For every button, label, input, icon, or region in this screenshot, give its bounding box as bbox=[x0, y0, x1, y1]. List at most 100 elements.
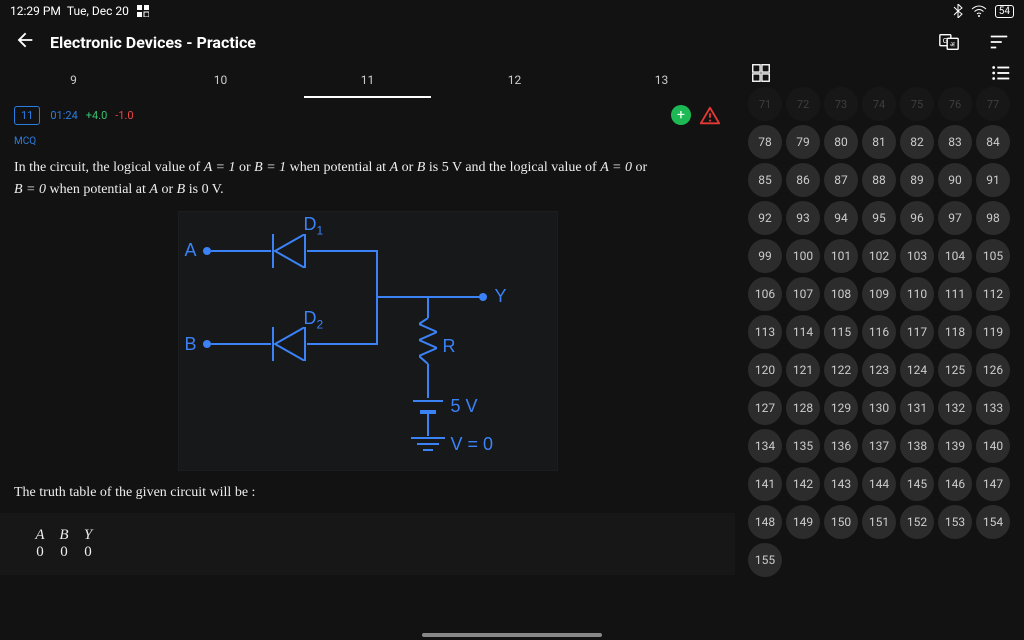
nav-q103[interactable]: 103 bbox=[900, 239, 934, 273]
nav-q77[interactable]: 77 bbox=[976, 87, 1010, 121]
nav-q105[interactable]: 105 bbox=[976, 239, 1010, 273]
nav-q78[interactable]: 78 bbox=[748, 125, 782, 159]
nav-q124[interactable]: 124 bbox=[900, 353, 934, 387]
nav-q130[interactable]: 130 bbox=[862, 391, 896, 425]
nav-q146[interactable]: 146 bbox=[938, 467, 972, 501]
nav-q149[interactable]: 149 bbox=[786, 505, 820, 539]
nav-q91[interactable]: 91 bbox=[976, 163, 1010, 197]
nav-q107[interactable]: 107 bbox=[786, 277, 820, 311]
nav-q83[interactable]: 83 bbox=[938, 125, 972, 159]
nav-q109[interactable]: 109 bbox=[862, 277, 896, 311]
nav-q150[interactable]: 150 bbox=[824, 505, 858, 539]
nav-q84[interactable]: 84 bbox=[976, 125, 1010, 159]
nav-q122[interactable]: 122 bbox=[824, 353, 858, 387]
nav-q126[interactable]: 126 bbox=[976, 353, 1010, 387]
nav-q120[interactable]: 120 bbox=[748, 353, 782, 387]
nav-q74[interactable]: 74 bbox=[862, 87, 896, 121]
add-button[interactable]: + bbox=[671, 105, 691, 125]
nav-q72[interactable]: 72 bbox=[786, 87, 820, 121]
nav-q115[interactable]: 115 bbox=[824, 315, 858, 349]
nav-q96[interactable]: 96 bbox=[900, 201, 934, 235]
tab-q9[interactable]: 9 bbox=[0, 62, 147, 98]
nav-q104[interactable]: 104 bbox=[938, 239, 972, 273]
nav-q125[interactable]: 125 bbox=[938, 353, 972, 387]
nav-q143[interactable]: 143 bbox=[824, 467, 858, 501]
report-button[interactable] bbox=[699, 105, 721, 131]
nav-q121[interactable]: 121 bbox=[786, 353, 820, 387]
negative-marks: -1.0 bbox=[115, 109, 133, 122]
nav-q141[interactable]: 141 bbox=[748, 467, 782, 501]
nav-q95[interactable]: 95 bbox=[862, 201, 896, 235]
nav-q139[interactable]: 139 bbox=[938, 429, 972, 463]
sort-button[interactable] bbox=[988, 31, 1010, 53]
nav-q129[interactable]: 129 bbox=[824, 391, 858, 425]
nav-q102[interactable]: 102 bbox=[862, 239, 896, 273]
nav-q127[interactable]: 127 bbox=[748, 391, 782, 425]
nav-q89[interactable]: 89 bbox=[900, 163, 934, 197]
nav-q85[interactable]: 85 bbox=[748, 163, 782, 197]
translate-button[interactable]: Gअ bbox=[938, 31, 960, 53]
nav-q116[interactable]: 116 bbox=[862, 315, 896, 349]
nav-q90[interactable]: 90 bbox=[938, 163, 972, 197]
nav-q88[interactable]: 88 bbox=[862, 163, 896, 197]
nav-q151[interactable]: 151 bbox=[862, 505, 896, 539]
nav-q76[interactable]: 76 bbox=[938, 87, 972, 121]
nav-q133[interactable]: 133 bbox=[976, 391, 1010, 425]
nav-q94[interactable]: 94 bbox=[824, 201, 858, 235]
nav-q98[interactable]: 98 bbox=[976, 201, 1010, 235]
tab-q10[interactable]: 10 bbox=[147, 62, 294, 98]
nav-q106[interactable]: 106 bbox=[748, 277, 782, 311]
tab-q13[interactable]: 13 bbox=[588, 62, 735, 98]
nav-q123[interactable]: 123 bbox=[862, 353, 896, 387]
nav-q108[interactable]: 108 bbox=[824, 277, 858, 311]
nav-q87[interactable]: 87 bbox=[824, 163, 858, 197]
nav-q92[interactable]: 92 bbox=[748, 201, 782, 235]
nav-q148[interactable]: 148 bbox=[748, 505, 782, 539]
nav-q113[interactable]: 113 bbox=[748, 315, 782, 349]
nav-q111[interactable]: 111 bbox=[938, 277, 972, 311]
nav-q135[interactable]: 135 bbox=[786, 429, 820, 463]
nav-q144[interactable]: 144 bbox=[862, 467, 896, 501]
truth-table-row: 000 bbox=[28, 544, 707, 561]
status-bar: 12:29 PM Tue, Dec 20 54 bbox=[0, 0, 1024, 22]
nav-q110[interactable]: 110 bbox=[900, 277, 934, 311]
nav-q73[interactable]: 73 bbox=[824, 87, 858, 121]
nav-q132[interactable]: 132 bbox=[938, 391, 972, 425]
answer-option[interactable]: ABY 000 bbox=[0, 513, 735, 575]
nav-q140[interactable]: 140 bbox=[976, 429, 1010, 463]
home-indicator[interactable] bbox=[422, 633, 602, 637]
nav-q75[interactable]: 75 bbox=[900, 87, 934, 121]
nav-q155[interactable]: 155 bbox=[748, 543, 782, 577]
nav-q138[interactable]: 138 bbox=[900, 429, 934, 463]
nav-q93[interactable]: 93 bbox=[786, 201, 820, 235]
nav-q114[interactable]: 114 bbox=[786, 315, 820, 349]
nav-q142[interactable]: 142 bbox=[786, 467, 820, 501]
nav-q131[interactable]: 131 bbox=[900, 391, 934, 425]
nav-q137[interactable]: 137 bbox=[862, 429, 896, 463]
nav-q100[interactable]: 100 bbox=[786, 239, 820, 273]
tab-q11[interactable]: 11 bbox=[294, 62, 441, 98]
nav-q147[interactable]: 147 bbox=[976, 467, 1010, 501]
nav-q71[interactable]: 71 bbox=[748, 87, 782, 121]
nav-q136[interactable]: 136 bbox=[824, 429, 858, 463]
nav-q154[interactable]: 154 bbox=[976, 505, 1010, 539]
nav-q153[interactable]: 153 bbox=[938, 505, 972, 539]
nav-q80[interactable]: 80 bbox=[824, 125, 858, 159]
nav-q117[interactable]: 117 bbox=[900, 315, 934, 349]
nav-q79[interactable]: 79 bbox=[786, 125, 820, 159]
nav-q119[interactable]: 119 bbox=[976, 315, 1010, 349]
back-button[interactable] bbox=[14, 29, 36, 56]
nav-q81[interactable]: 81 bbox=[862, 125, 896, 159]
nav-q134[interactable]: 134 bbox=[748, 429, 782, 463]
nav-q145[interactable]: 145 bbox=[900, 467, 934, 501]
nav-q118[interactable]: 118 bbox=[938, 315, 972, 349]
nav-q101[interactable]: 101 bbox=[824, 239, 858, 273]
nav-q82[interactable]: 82 bbox=[900, 125, 934, 159]
nav-q97[interactable]: 97 bbox=[938, 201, 972, 235]
nav-q99[interactable]: 99 bbox=[748, 239, 782, 273]
nav-q112[interactable]: 112 bbox=[976, 277, 1010, 311]
nav-q152[interactable]: 152 bbox=[900, 505, 934, 539]
nav-q86[interactable]: 86 bbox=[786, 163, 820, 197]
tab-q12[interactable]: 12 bbox=[441, 62, 588, 98]
nav-q128[interactable]: 128 bbox=[786, 391, 820, 425]
